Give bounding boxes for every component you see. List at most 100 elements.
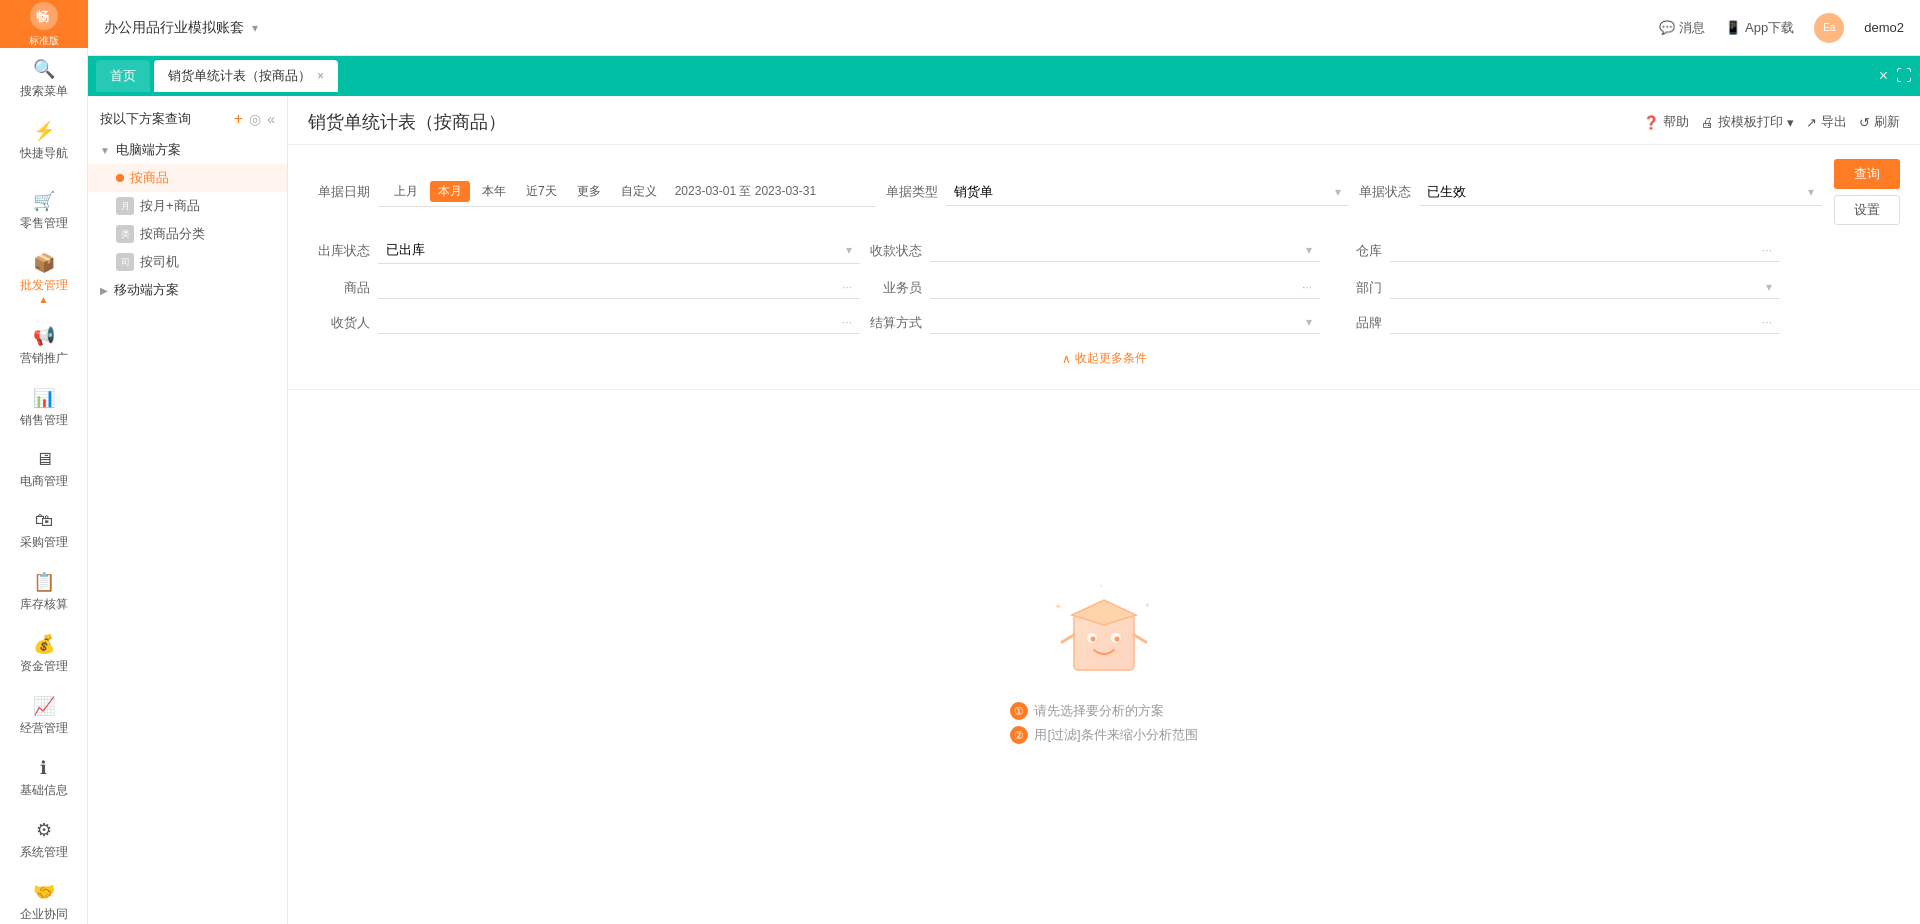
export-button[interactable]: ↗ 导出 xyxy=(1806,113,1847,131)
sidebar-item-enterprise[interactable]: 🤝 企业协同 xyxy=(0,871,88,924)
warehouse-dots-icon[interactable]: ··· xyxy=(1762,243,1772,257)
tab-active[interactable]: 销货单统计表（按商品） × xyxy=(154,60,338,92)
doc-status-value: 已生效 xyxy=(1427,183,1466,201)
sales-icon: 📊 xyxy=(33,387,55,409)
tree-item-mobile[interactable]: ▶ 移动端方案 xyxy=(88,276,287,304)
department-dropdown-icon[interactable]: ▾ xyxy=(1766,280,1772,294)
filter-row-1: 单据日期 上月 本月 本年 近7天 更多 自定义 2023-03-01 至 20… xyxy=(308,159,1900,225)
brand-field[interactable]: ··· xyxy=(1390,311,1780,334)
sidebar-item-retail[interactable]: 🛒 零售管理 xyxy=(0,180,88,242)
sidebar-item-purchase[interactable]: 🛍 采购管理 xyxy=(0,500,88,561)
doc-status-dropdown-icon[interactable]: ▾ xyxy=(1808,185,1814,199)
sidebar-item-label: 批发管理 xyxy=(20,277,68,294)
custom-pill[interactable]: 自定义 xyxy=(613,181,665,202)
department-field[interactable]: ▾ xyxy=(1390,276,1780,299)
product-field[interactable]: ··· xyxy=(378,276,860,299)
tree-item-by-driver[interactable]: 司 按司机 xyxy=(88,248,287,276)
this-month-pill[interactable]: 本月 xyxy=(430,181,470,202)
settlement-field[interactable]: ▾ xyxy=(930,311,1320,334)
sidebar-item-nav[interactable]: ⚡ 快捷导航 xyxy=(0,110,88,172)
sidebar-item-search[interactable]: 🔍 搜索菜单 xyxy=(0,48,88,110)
tree-item-desktop-label: 电脑端方案 xyxy=(116,141,181,159)
empty-tip-1: ① 请先选择要分析的方案 xyxy=(1010,702,1197,720)
reset-button[interactable]: 设置 xyxy=(1834,195,1900,225)
doc-type-label: 单据类型 xyxy=(876,183,946,201)
wholesale-icon: 📦 xyxy=(33,252,55,274)
receiver-field[interactable]: ··· xyxy=(378,311,860,334)
tree-item-by-product-label: 按商品 xyxy=(130,169,169,187)
tree-item-product-category[interactable]: 类 按商品分类 xyxy=(88,220,287,248)
tab-maximize-button[interactable]: ⛶ xyxy=(1896,67,1912,85)
message-label: 消息 xyxy=(1679,19,1705,37)
print-dropdown-icon[interactable]: ▾ xyxy=(1787,115,1794,130)
template-print-button[interactable]: 🖨 按模板打印 ▾ xyxy=(1701,113,1794,131)
message-button[interactable]: 💬 消息 xyxy=(1659,19,1705,37)
sidebar-item-inventory[interactable]: 📋 库存核算 xyxy=(0,561,88,623)
warehouse-field[interactable]: ··· xyxy=(1390,239,1780,262)
sidebar-item-wholesale[interactable]: 📦 批发管理 ▲ xyxy=(0,242,88,315)
settlement-label: 结算方式 xyxy=(860,314,930,332)
more-pill[interactable]: 更多 xyxy=(569,181,609,202)
tab-home[interactable]: 首页 xyxy=(96,60,150,92)
tree-item-by-product[interactable]: 按商品 xyxy=(88,164,287,192)
refresh-button[interactable]: ↺ 刷新 xyxy=(1859,113,1900,131)
sidebar-item-operations[interactable]: 📈 经营管理 xyxy=(0,685,88,747)
sidebar-item-ecommerce[interactable]: 🖥 电商管理 xyxy=(0,439,88,500)
salesperson-field[interactable]: ··· xyxy=(930,276,1320,299)
doc-type-field[interactable]: 销货单 ▾ xyxy=(946,179,1349,206)
date-filter-block: 单据日期 上月 本月 本年 近7天 更多 自定义 2023-03-01 至 20… xyxy=(308,177,876,207)
last-month-pill[interactable]: 上月 xyxy=(386,181,426,202)
payment-status-field[interactable]: ▾ xyxy=(930,239,1320,262)
svg-text:✦: ✦ xyxy=(1144,601,1151,610)
receiver-dots-icon[interactable]: ··· xyxy=(842,315,852,329)
warehouse-status-field[interactable]: 已出库 ▾ xyxy=(378,237,860,264)
finance-icon: 💰 xyxy=(33,633,55,655)
tab-close-button[interactable]: × xyxy=(1879,67,1888,85)
this-year-pill[interactable]: 本年 xyxy=(474,181,514,202)
doc-status-label: 单据状态 xyxy=(1349,183,1419,201)
query-button[interactable]: 查询 xyxy=(1834,159,1900,189)
basic-info-icon: ℹ xyxy=(40,757,47,779)
salesperson-block: 业务员 ··· xyxy=(860,276,1320,299)
sidebar-item-basic-info[interactable]: ℹ 基础信息 xyxy=(0,747,88,809)
tree-item-month-product[interactable]: 月 按月+商品 xyxy=(88,192,287,220)
settings-scheme-button[interactable]: ◎ xyxy=(249,111,261,127)
payment-status-dropdown-icon[interactable]: ▾ xyxy=(1306,243,1312,257)
collapse-bar[interactable]: ∧ 收起更多条件 xyxy=(308,342,1900,375)
salesperson-dots-icon[interactable]: ··· xyxy=(1302,280,1312,294)
help-button[interactable]: ❓ 帮助 xyxy=(1643,113,1689,131)
warehouse-status-block: 出库状态 已出库 ▾ xyxy=(308,237,860,264)
tip-1-num: ① xyxy=(1010,702,1028,720)
sidebar-item-marketing[interactable]: 📢 营销推广 xyxy=(0,315,88,377)
print-icon: 🖨 xyxy=(1701,115,1714,130)
tree-item-desktop[interactable]: ▼ 电脑端方案 xyxy=(88,136,287,164)
doc-type-filter-block: 单据类型 销货单 ▾ xyxy=(876,179,1349,206)
header-dropdown-icon[interactable]: ▾ xyxy=(252,21,258,35)
last-7-days-pill[interactable]: 近7天 xyxy=(518,181,565,202)
tab-close-icon[interactable]: × xyxy=(317,69,324,83)
product-dots-icon[interactable]: ··· xyxy=(842,280,852,294)
receiver-label: 收货人 xyxy=(308,314,378,332)
app-download-button[interactable]: 📱 App下载 xyxy=(1725,19,1794,37)
sidebar-item-system[interactable]: ⚙ 系统管理 xyxy=(0,809,88,871)
sidebar-item-sales[interactable]: 📊 销售管理 xyxy=(0,377,88,439)
avatar[interactable]: Ea xyxy=(1814,13,1844,43)
settlement-dropdown-icon[interactable]: ▾ xyxy=(1306,315,1312,329)
sidebar-item-finance[interactable]: 💰 资金管理 xyxy=(0,623,88,685)
enterprise-icon: 🤝 xyxy=(33,881,55,903)
brand-dots-icon[interactable]: ··· xyxy=(1762,315,1772,329)
logo[interactable]: 畅 标准版 xyxy=(0,0,88,48)
collapse-panel-button[interactable]: « xyxy=(267,111,275,127)
warehouse-status-dropdown-icon[interactable]: ▾ xyxy=(846,243,852,257)
home-tab-label: 首页 xyxy=(110,67,136,85)
doc-status-field[interactable]: 已生效 ▾ xyxy=(1419,179,1822,206)
user-label: Ea xyxy=(1823,22,1835,33)
doc-type-dropdown-icon[interactable]: ▾ xyxy=(1335,185,1341,199)
add-scheme-button[interactable]: + xyxy=(234,110,243,128)
driver-icon: 司 xyxy=(116,253,134,271)
header-right: 💬 消息 📱 App下载 Ea demo2 xyxy=(1659,13,1904,43)
app-download-icon: 📱 xyxy=(1725,20,1741,35)
svg-point-7 xyxy=(1114,637,1119,642)
page-title: 销货单统计表（按商品） xyxy=(308,110,506,134)
username[interactable]: demo2 xyxy=(1864,20,1904,35)
